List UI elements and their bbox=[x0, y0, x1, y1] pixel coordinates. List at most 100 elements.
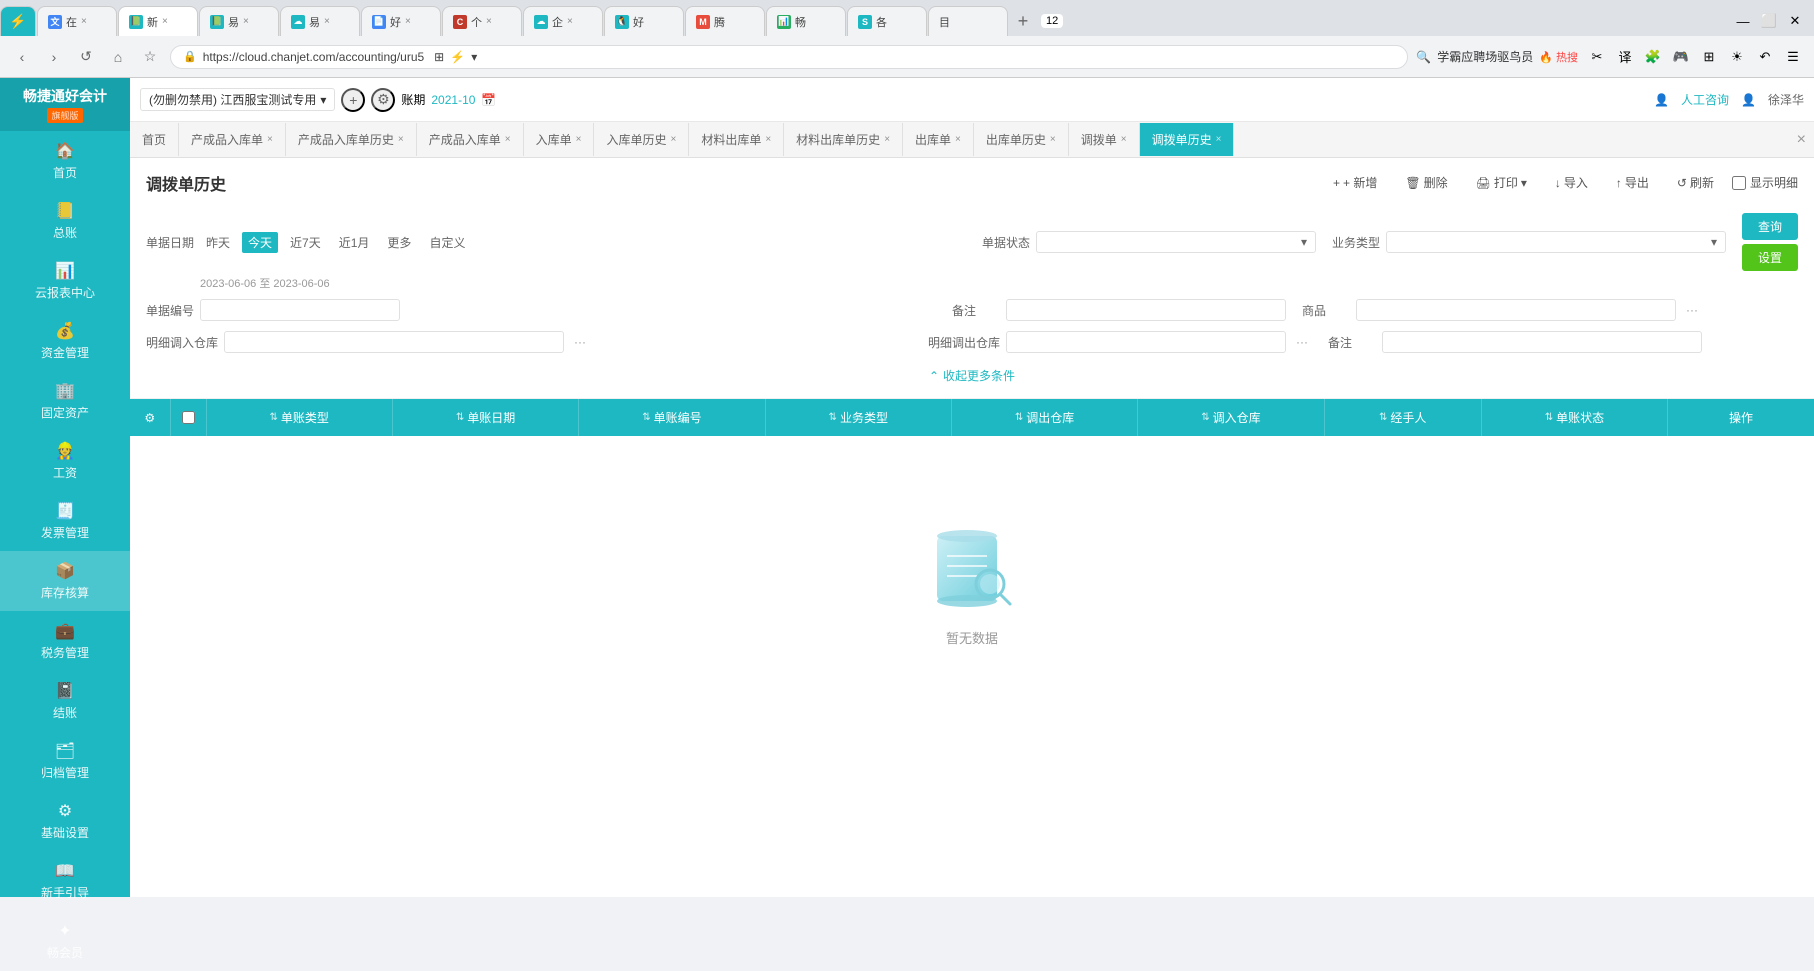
th-gear[interactable]: ⚙ bbox=[130, 399, 170, 436]
close-tab-inbound[interactable]: × bbox=[576, 134, 582, 145]
th-doc-type[interactable]: ⇅ 单账类型 bbox=[206, 399, 392, 436]
sidebar-item-home[interactable]: 🏠 首页 bbox=[0, 131, 130, 191]
forward-button[interactable]: › bbox=[42, 45, 66, 69]
consult-label[interactable]: 人工咨询 bbox=[1681, 91, 1729, 108]
new-button[interactable]: + + 新增 bbox=[1323, 170, 1387, 195]
goods-dots-button[interactable]: ··· bbox=[1682, 303, 1702, 317]
browser-tab-12[interactable]: 目 bbox=[928, 6, 1008, 36]
print-button[interactable]: 🖨 打印 ▾ bbox=[1466, 170, 1537, 195]
export-button[interactable]: ↑ 导出 bbox=[1606, 170, 1659, 195]
sun-icon[interactable]: ☀ bbox=[1726, 46, 1748, 68]
status-select[interactable]: ▾ bbox=[1036, 231, 1316, 253]
th-doc-status[interactable]: ⇅ 单账状态 bbox=[1481, 399, 1667, 436]
refresh-button[interactable]: ↺ bbox=[74, 45, 98, 69]
sidebar-item-fund[interactable]: 💰 资金管理 bbox=[0, 311, 130, 371]
sidebar-item-report[interactable]: 📊 云报表中心 bbox=[0, 251, 130, 311]
detail-out-dots-button[interactable]: ··· bbox=[1292, 335, 1312, 349]
tab-material-outbound[interactable]: 材料出库单 × bbox=[689, 123, 784, 156]
browser-tab-1[interactable]: 文 在 × bbox=[37, 6, 117, 36]
browser-tab-chanjet[interactable]: ⚡ bbox=[0, 6, 36, 36]
tab-product-inbound-2[interactable]: 产成品入库单 × bbox=[417, 123, 524, 156]
close-tab-product-inbound-2[interactable]: × bbox=[505, 134, 511, 145]
date-today[interactable]: 今天 bbox=[242, 232, 278, 253]
window-minimize[interactable]: — bbox=[1732, 10, 1754, 32]
browser-tab-4[interactable]: ☁ 易 × bbox=[280, 6, 360, 36]
grid-icon[interactable]: ⊞ bbox=[434, 50, 444, 64]
close-tab-product-inbound[interactable]: × bbox=[267, 134, 273, 145]
sidebar-item-payroll[interactable]: 👷 工资 bbox=[0, 431, 130, 491]
sidebar-item-closing[interactable]: 📓 结账 bbox=[0, 671, 130, 731]
close-tab-material-outbound-history[interactable]: × bbox=[884, 134, 890, 145]
username[interactable]: 徐泽华 bbox=[1768, 91, 1804, 108]
biztype-select[interactable]: ▾ bbox=[1386, 231, 1726, 253]
close-all-tabs-button[interactable]: × bbox=[1789, 131, 1814, 149]
sidebar-item-settings[interactable]: ⚙ 基础设置 bbox=[0, 791, 130, 851]
translate-icon[interactable]: 译 bbox=[1614, 46, 1636, 68]
refresh-button-header[interactable]: ↺ 刷新 bbox=[1667, 170, 1724, 195]
th-doc-num[interactable]: ⇅ 单账编号 bbox=[579, 399, 765, 436]
window-close[interactable]: ✕ bbox=[1784, 10, 1806, 32]
sidebar-item-member[interactable]: ✦ 畅会员 bbox=[0, 911, 130, 971]
gear-settings-button[interactable]: ⚙ bbox=[371, 88, 395, 112]
home-button[interactable]: ⌂ bbox=[106, 45, 130, 69]
collapse-button[interactable]: ⌃ 收起更多条件 bbox=[925, 363, 1019, 388]
scissors-icon[interactable]: ✂ bbox=[1586, 46, 1608, 68]
company-selector[interactable]: (勿删勿禁用) 江西服宝测试专用 ▾ bbox=[140, 88, 335, 111]
goods-input[interactable] bbox=[1356, 299, 1676, 321]
tab-transfer-history[interactable]: 调拨单历史 × bbox=[1140, 123, 1235, 156]
import-button[interactable]: ↓ 导入 bbox=[1545, 170, 1598, 195]
tab-outbound[interactable]: 出库单 × bbox=[903, 123, 974, 156]
browser-tab-6[interactable]: C 个 × bbox=[442, 6, 522, 36]
close-tab-transfer[interactable]: × bbox=[1121, 134, 1127, 145]
th-checkbox[interactable] bbox=[170, 399, 206, 436]
browser-tab-9[interactable]: M 腾 bbox=[685, 6, 765, 36]
browser-tab-10[interactable]: 📊 畅 bbox=[766, 6, 846, 36]
tab-home[interactable]: 首页 bbox=[130, 123, 179, 156]
settings-button[interactable]: 设置 bbox=[1742, 244, 1798, 271]
sidebar-item-fixed-asset[interactable]: 🏢 固定资产 bbox=[0, 371, 130, 431]
detail-in-input[interactable] bbox=[224, 331, 564, 353]
browser-tab-7[interactable]: ☁ 企 × bbox=[523, 6, 603, 36]
th-handler[interactable]: ⇅ 经手人 bbox=[1324, 399, 1481, 436]
query-button[interactable]: 查询 bbox=[1742, 213, 1798, 240]
docnum-input[interactable] bbox=[200, 299, 400, 321]
th-in-warehouse[interactable]: ⇅ 调入仓库 bbox=[1138, 399, 1324, 436]
lightning-icon[interactable]: ⚡ bbox=[450, 50, 465, 64]
calendar-button[interactable]: 📅 bbox=[481, 93, 496, 107]
sidebar-item-inventory[interactable]: 📦 库存核算 bbox=[0, 551, 130, 611]
date-7days[interactable]: 近7天 bbox=[284, 232, 327, 253]
window-maximize[interactable]: ⬜ bbox=[1758, 10, 1780, 32]
tab-transfer[interactable]: 调拨单 × bbox=[1069, 123, 1140, 156]
game-icon[interactable]: 🎮 bbox=[1670, 46, 1692, 68]
browser-tab-3[interactable]: 📗 易 × bbox=[199, 6, 279, 36]
browser-tab-active[interactable]: 📗 新 × bbox=[118, 6, 198, 36]
close-tab-product-inbound-history[interactable]: × bbox=[398, 134, 404, 145]
close-tab-material-outbound[interactable]: × bbox=[765, 134, 771, 145]
date-custom[interactable]: 自定义 bbox=[423, 232, 471, 253]
display-checkbox[interactable] bbox=[1732, 176, 1746, 190]
select-all-checkbox[interactable] bbox=[182, 411, 195, 424]
tab-product-inbound-history[interactable]: 产成品入库单历史 × bbox=[286, 123, 417, 156]
menu-icon[interactable]: ☰ bbox=[1782, 46, 1804, 68]
date-1month[interactable]: 近1月 bbox=[333, 232, 376, 253]
back-button[interactable]: ‹ bbox=[10, 45, 34, 69]
sidebar-item-guide[interactable]: 📖 新手引导 bbox=[0, 851, 130, 911]
grid-view-icon[interactable]: ⊞ bbox=[1698, 46, 1720, 68]
browser-tab-8[interactable]: 🐧 好 bbox=[604, 6, 684, 36]
browser-tab-5[interactable]: 📄 好 × bbox=[361, 6, 441, 36]
close-tab-inbound-history[interactable]: × bbox=[670, 134, 676, 145]
sidebar-item-ledger[interactable]: 📒 总账 bbox=[0, 191, 130, 251]
tab-material-outbound-history[interactable]: 材料出库单历史 × bbox=[784, 123, 903, 156]
date-more[interactable]: 更多 bbox=[381, 232, 417, 253]
add-company-button[interactable]: + bbox=[341, 88, 365, 112]
date-yesterday[interactable]: 昨天 bbox=[200, 232, 236, 253]
close-tab-outbound-history[interactable]: × bbox=[1050, 134, 1056, 145]
sidebar-item-invoice[interactable]: 🧾 发票管理 bbox=[0, 491, 130, 551]
tab-inbound[interactable]: 入库单 × bbox=[524, 123, 595, 156]
tab-product-inbound[interactable]: 产成品入库单 × bbox=[179, 123, 286, 156]
detail-in-dots-button[interactable]: ··· bbox=[570, 335, 590, 349]
sidebar-item-archive[interactable]: 🗂 归档管理 bbox=[0, 731, 130, 791]
new-tab-button[interactable]: + bbox=[1009, 7, 1037, 35]
sidebar-item-tax[interactable]: 💼 税务管理 bbox=[0, 611, 130, 671]
browser-tab-11[interactable]: S 各 bbox=[847, 6, 927, 36]
